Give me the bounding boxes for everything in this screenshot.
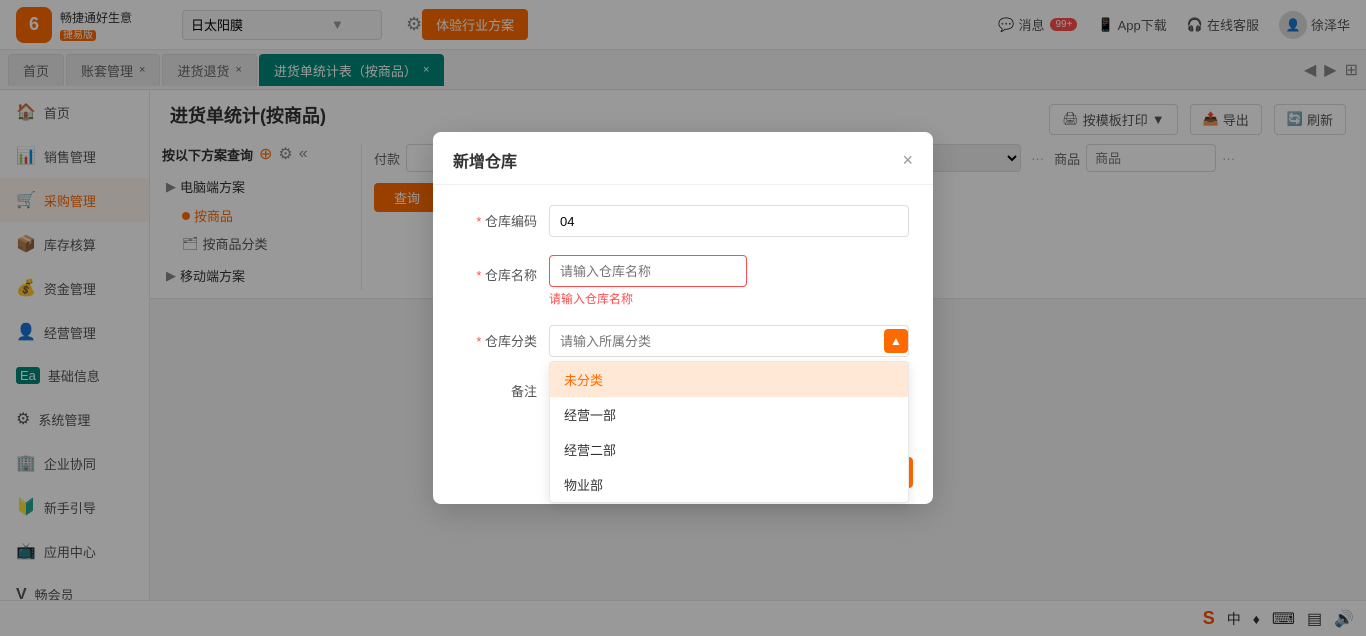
warehouse-category-label: 仓库分类 <box>457 325 537 350</box>
warehouse-name-error: 请输入仓库名称 <box>549 292 633 306</box>
warehouse-code-input[interactable] <box>549 205 909 237</box>
category-input-wrapper: ▲ 未分类 经营一部 经营二部 物业部 <box>549 325 909 357</box>
warehouse-name-label: 仓库名称 <box>457 259 537 284</box>
category-row[interactable]: ▲ <box>549 325 909 357</box>
warehouse-name-input[interactable] <box>549 255 747 287</box>
dropdown-item-3[interactable]: 物业部 <box>550 467 908 502</box>
dropdown-toggle-icon[interactable]: ▲ <box>884 329 908 353</box>
category-text-input[interactable] <box>550 329 884 354</box>
notes-label: 备注 <box>457 375 537 400</box>
modal-overlay: 新增仓库 × 仓库编码 仓库名称 请输入仓库名称 仓库分类 <box>0 0 1366 636</box>
dropdown-item-2[interactable]: 经营二部 <box>550 432 908 467</box>
modal-header: 新增仓库 × <box>433 132 933 185</box>
modal-close-button[interactable]: × <box>902 150 913 171</box>
warehouse-code-label: 仓库编码 <box>457 205 537 230</box>
modal-body: 仓库编码 仓库名称 请输入仓库名称 仓库分类 ▲ <box>433 185 933 445</box>
category-dropdown: 未分类 经营一部 经营二部 物业部 <box>549 361 909 503</box>
warehouse-name-row: 仓库名称 请输入仓库名称 <box>457 255 909 307</box>
warehouse-code-row: 仓库编码 <box>457 205 909 237</box>
warehouse-category-row: 仓库分类 ▲ 未分类 经营一部 经营二部 物业部 <box>457 325 909 357</box>
dropdown-item-0[interactable]: 未分类 <box>550 362 908 397</box>
dropdown-item-1[interactable]: 经营一部 <box>550 397 908 432</box>
modal-new-warehouse: 新增仓库 × 仓库编码 仓库名称 请输入仓库名称 仓库分类 <box>433 132 933 504</box>
